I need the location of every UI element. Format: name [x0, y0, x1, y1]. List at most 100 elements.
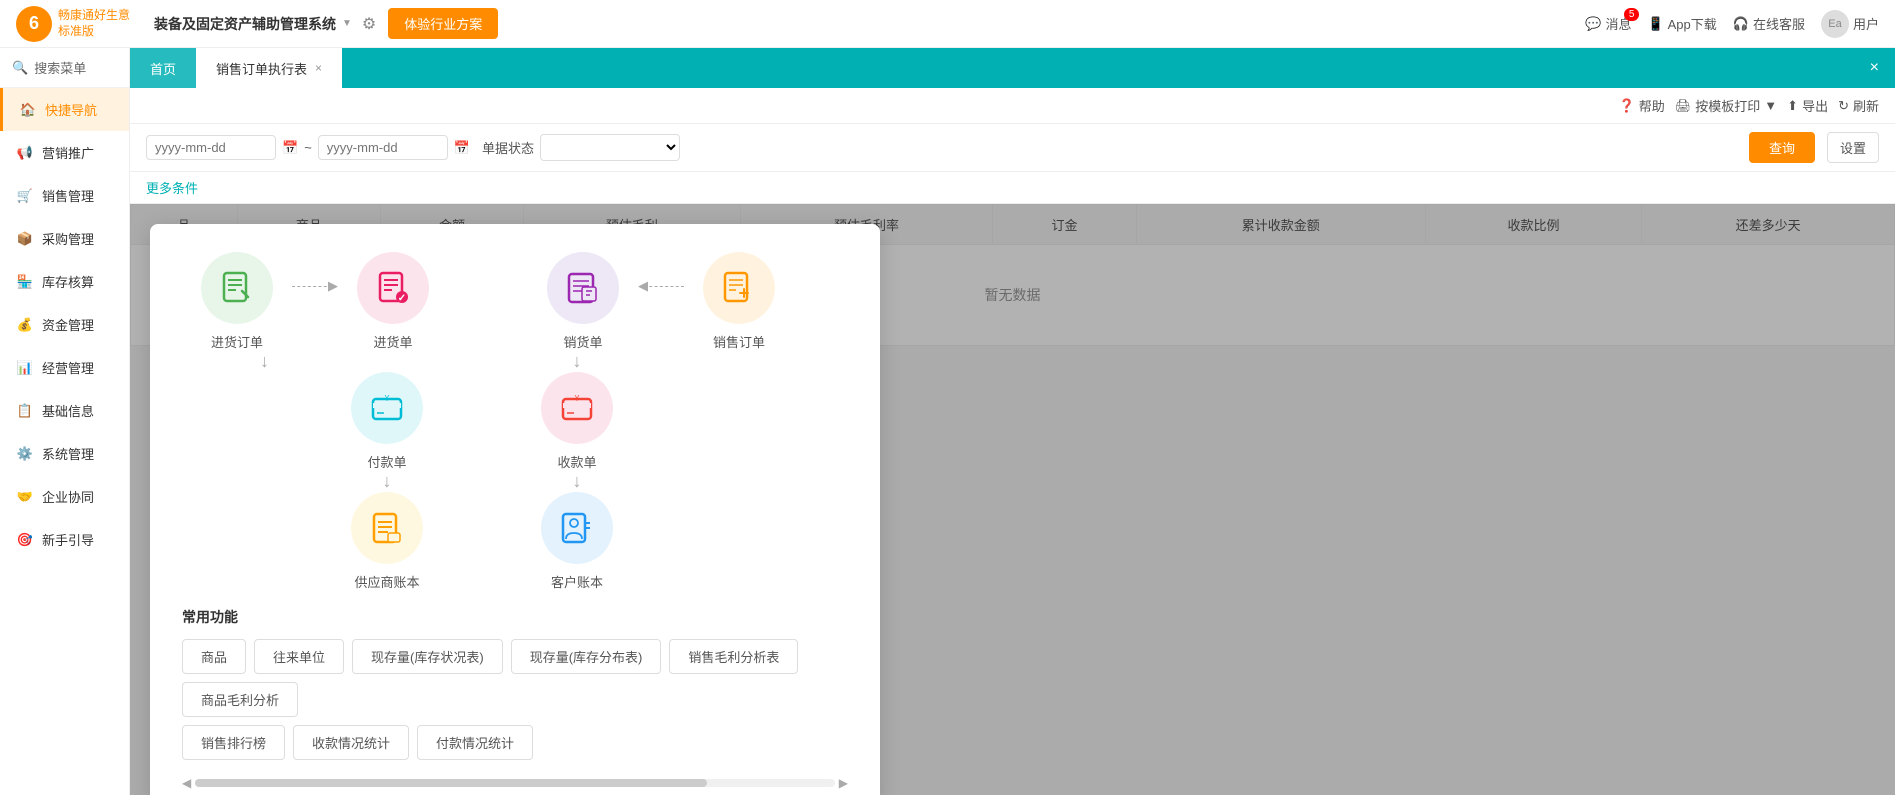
print-dropdown-icon: ▼: [1764, 98, 1777, 113]
flow-item-supplier-ledger[interactable]: 供应商账本: [332, 492, 442, 591]
func-btn-stock-status[interactable]: 现存量(库存状况表): [352, 639, 503, 674]
toolbar-right: ❓ 帮助 🖨 按模板打印 ▼ ⬆ 导出 ↻ 刷新: [1619, 96, 1879, 115]
export-button[interactable]: ⬆ 导出: [1787, 96, 1828, 115]
sidebar-item-beginner[interactable]: 🎯 新手引导: [0, 518, 129, 561]
func-btn-partners[interactable]: 往来单位: [254, 639, 344, 674]
sidebar-item-inventory[interactable]: 🏪 库存核算: [0, 260, 129, 303]
arrow-payment-down: ↓: [332, 471, 442, 492]
title-dropdown-icon[interactable]: ▼: [342, 18, 352, 29]
flow-item-customer-ledger[interactable]: 客户账本: [522, 492, 632, 591]
sidebar-item-quick-nav[interactable]: 🏠 快捷导航: [0, 88, 129, 131]
func-btn-goods[interactable]: 商品: [182, 639, 246, 674]
sidebar-item-sales[interactable]: 🛒 销售管理: [0, 174, 129, 217]
user-item[interactable]: Ea 用户: [1821, 10, 1879, 38]
payment-circle: ¥: [351, 372, 423, 444]
export-icon: ⬆: [1787, 98, 1798, 114]
func-btn-sales-rank[interactable]: 销售排行榜: [182, 725, 285, 760]
sidebar-item-purchase[interactable]: 📦 采购管理: [0, 217, 129, 260]
flow-item-purchase-order[interactable]: 进货订单: [182, 252, 292, 351]
func-btn-receipt-stats[interactable]: 收款情况统计: [293, 725, 409, 760]
svg-text:¥: ¥: [574, 394, 580, 403]
target-icon: 🎯: [16, 531, 34, 549]
func-grid: 商品 往来单位 现存量(库存状况表) 现存量(库存分布表) 销售毛利分析表 商品…: [182, 639, 848, 717]
page-toolbar: ❓ 帮助 🖨 按模板打印 ▼ ⬆ 导出 ↻ 刷新: [130, 88, 1895, 124]
content-area: 首页 销售订单执行表 × × ❓ 帮助 🖨 按模板打印: [130, 48, 1895, 795]
main-area: 🔍 搜索菜单 🏠 快捷导航 📢 营销推广 🛒 销售管理 📦 采购管理 🏪: [0, 48, 1895, 795]
message-icon: 💬: [1585, 16, 1601, 32]
arrow-sales-order-to-bill: ◀: [638, 278, 684, 294]
tab-bar: 首页 销售订单执行表 × ×: [130, 48, 1895, 88]
query-button[interactable]: 查询: [1749, 132, 1815, 163]
func-btn-payment-stats[interactable]: 付款情况统计: [417, 725, 533, 760]
status-select[interactable]: [540, 134, 680, 161]
print-icon: 🖨: [1675, 98, 1692, 114]
purchase-order-circle: [201, 252, 273, 324]
home-icon: 🏠: [19, 101, 37, 119]
modal-scrollbar: ◀ ▶: [182, 776, 848, 790]
sidebar-item-basic-info[interactable]: 📋 基础信息: [0, 389, 129, 432]
status-filter: 单据状态: [482, 134, 680, 161]
sales-bill-circle: [547, 252, 619, 324]
date-to-input[interactable]: [318, 135, 448, 160]
headset-icon: 🎧: [1733, 16, 1749, 32]
marketing-icon: 📢: [16, 144, 34, 162]
refresh-button[interactable]: ↻ 刷新: [1838, 96, 1879, 115]
system-title: 装备及固定资产辅助管理系统 ▼: [154, 14, 352, 34]
sidebar: 🔍 搜索菜单 🏠 快捷导航 📢 营销推广 🛒 销售管理 📦 采购管理 🏪: [0, 48, 130, 795]
arrow-purchase-order-to-bill: ▶: [292, 278, 338, 294]
scrollbar-left-arrow[interactable]: ◀: [182, 776, 191, 790]
store-icon: 🏪: [16, 273, 34, 291]
logo-icon: 6: [16, 6, 52, 42]
phone-icon: 📱: [1647, 16, 1663, 32]
sidebar-item-enterprise[interactable]: 🤝 企业协同: [0, 475, 129, 518]
calendar-icon-to[interactable]: 📅: [454, 140, 470, 156]
date-from-input[interactable]: [146, 135, 276, 160]
calendar-icon-from[interactable]: 📅: [282, 140, 298, 156]
more-conditions-row: 更多条件: [130, 172, 1895, 204]
scrollbar-right-arrow[interactable]: ▶: [839, 776, 848, 790]
search-menu[interactable]: 🔍 搜索菜单: [0, 48, 129, 88]
trial-button[interactable]: 体验行业方案: [388, 8, 498, 39]
flow-item-sales-bill[interactable]: 销货单: [528, 252, 638, 351]
func-grid-2: 销售排行榜 收款情况统计 付款情况统计: [182, 725, 848, 760]
sidebar-item-finance[interactable]: 💰 资金管理: [0, 303, 129, 346]
sidebar-item-marketing[interactable]: 📢 营销推广: [0, 131, 129, 174]
sidebar-item-system[interactable]: ⚙️ 系统管理: [0, 432, 129, 475]
scrollbar-track[interactable]: [195, 779, 835, 787]
tab-sales-order[interactable]: 销售订单执行表 ×: [196, 48, 342, 88]
func-btn-goods-profit[interactable]: 商品毛利分析: [182, 682, 298, 717]
box-icon: 📦: [16, 230, 34, 248]
receipt-circle: ¥: [541, 372, 613, 444]
online-service-item[interactable]: 🎧 在线客服: [1733, 14, 1805, 33]
sidebar-item-operations[interactable]: 📊 经营管理: [0, 346, 129, 389]
flow-item-sales-order[interactable]: 销售订单: [684, 252, 794, 351]
setting-button[interactable]: 设置: [1827, 132, 1879, 163]
search-icon: 🔍: [12, 60, 28, 76]
func-btn-stock-dist[interactable]: 现存量(库存分布表): [511, 639, 662, 674]
message-badge: 5: [1624, 8, 1640, 21]
common-functions-title: 常用功能: [182, 607, 848, 627]
flow-item-payment[interactable]: ¥ 付款单: [332, 372, 442, 471]
flow-item-receipt[interactable]: ¥ 收款单: [522, 372, 632, 471]
avatar: Ea: [1821, 10, 1849, 38]
settings-icon[interactable]: ⚙: [362, 14, 376, 34]
app-download-item[interactable]: 📱 App下载: [1647, 14, 1716, 33]
sales-order-circle: [703, 252, 775, 324]
more-conditions-link[interactable]: 更多条件: [146, 178, 198, 197]
top-bar: 6 畅康通好生意 标准版 装备及固定资产辅助管理系统 ▼ ⚙ 体验行业方案 💬 …: [0, 0, 1895, 48]
logo-area: 6 畅康通好生意 标准版: [16, 6, 146, 42]
top-right-area: 💬 消息 5 📱 App下载 🎧 在线客服 Ea 用户: [1585, 10, 1879, 38]
tab-home[interactable]: 首页: [130, 48, 196, 88]
tab-bar-close-icon[interactable]: ×: [1854, 59, 1895, 77]
flow-item-purchase-bill[interactable]: ✓ 进货单: [338, 252, 448, 351]
list-icon: 📋: [16, 402, 34, 420]
date-filter: 📅 ~ 📅: [146, 135, 470, 160]
arrow-sales-bill-down: ↓: [522, 351, 632, 372]
help-button[interactable]: ❓ 帮助: [1619, 96, 1665, 115]
tab-close-icon[interactable]: ×: [315, 61, 322, 75]
overlay[interactable]: 进货订单 ▶ ✓: [130, 204, 1895, 795]
print-button[interactable]: 🖨 按模板打印 ▼: [1675, 96, 1777, 115]
message-item[interactable]: 💬 消息 5: [1585, 14, 1631, 33]
func-btn-sales-profit[interactable]: 销售毛利分析表: [669, 639, 798, 674]
help-icon: ❓: [1619, 98, 1635, 114]
